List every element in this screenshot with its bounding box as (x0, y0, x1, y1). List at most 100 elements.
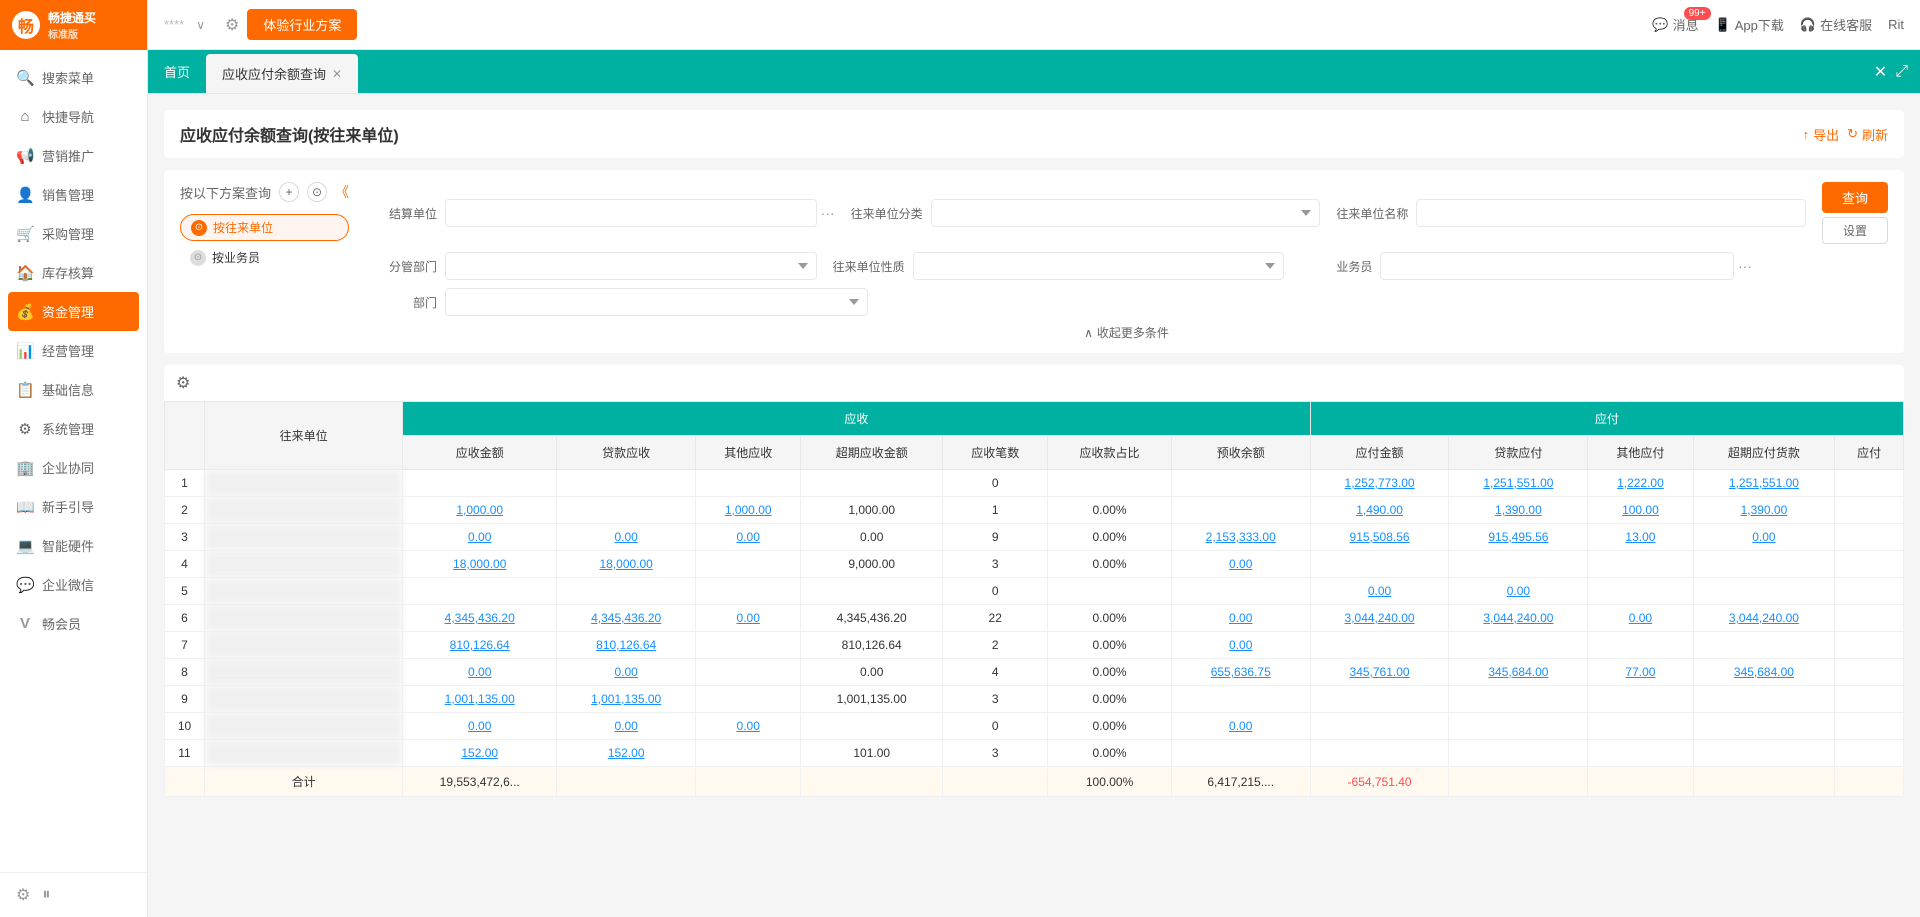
dept-manager-select[interactable] (445, 252, 817, 280)
cell-link[interactable]: 0.00 (737, 719, 760, 733)
filter-add-button[interactable]: + (279, 182, 299, 202)
tab-home[interactable]: 首页 (148, 52, 206, 91)
tab-fullscreen-icon[interactable]: ⤢ (1895, 63, 1908, 81)
cell-link[interactable]: 345,684.00 (1488, 665, 1548, 679)
cell-link[interactable]: 1,252,773.00 (1345, 476, 1415, 490)
partner-name-input[interactable] (1416, 199, 1806, 227)
cell-link[interactable]: 77.00 (1625, 665, 1655, 679)
cell-link[interactable]: 1,490.00 (1356, 503, 1403, 517)
sidebar-item-operation[interactable]: 📊 经营管理 (0, 331, 147, 370)
sidebar-item-purchase[interactable]: 🛒 采购管理 (0, 214, 147, 253)
cell-link[interactable]: 1,000.00 (725, 503, 772, 517)
cell-link[interactable]: 4,345,436.20 (591, 611, 661, 625)
partner-category-select[interactable] (931, 199, 1321, 227)
cell-link[interactable]: 0.00 (1629, 611, 1652, 625)
salesperson-dots[interactable]: ··· (1738, 258, 1752, 274)
cell-link[interactable]: 0.00 (1229, 557, 1252, 571)
cell-link[interactable]: 0.00 (1752, 530, 1775, 544)
settings-button[interactable]: 设置 (1822, 217, 1888, 244)
cell-link[interactable]: 3,044,240.00 (1345, 611, 1415, 625)
cell-link[interactable]: 345,684.00 (1734, 665, 1794, 679)
sidebar-item-guide[interactable]: 📖 新手引导 (0, 487, 147, 526)
cell-link[interactable]: 152.00 (608, 746, 645, 760)
tab-ar-ap-query[interactable]: 应收应付余额查询 ✕ (206, 54, 358, 93)
service-button[interactable]: 🎧 在线客服 (1800, 15, 1872, 34)
sidebar-item-sales[interactable]: 👤 销售管理 (0, 175, 147, 214)
cell-link[interactable]: 0.00 (1507, 584, 1530, 598)
cell-link[interactable]: 1,251,551.00 (1729, 476, 1799, 490)
cell-link[interactable]: 2,153,333.00 (1206, 530, 1276, 544)
promo-button[interactable]: 体验行业方案 (247, 9, 357, 40)
partner-nature-select[interactable] (913, 252, 1285, 280)
sidebar-item-member[interactable]: V 畅会员 (0, 604, 147, 643)
settlement-unit-dots[interactable]: ··· (821, 205, 835, 221)
cell-link[interactable]: 1,222.00 (1617, 476, 1664, 490)
cell-link[interactable]: 915,508.56 (1350, 530, 1410, 544)
cell-link[interactable]: 0.00 (614, 665, 637, 679)
cell-link[interactable]: 0.00 (1229, 611, 1252, 625)
cell-link[interactable]: 810,126.64 (450, 638, 510, 652)
cell-link[interactable]: 655,636.75 (1211, 665, 1271, 679)
cell-link[interactable]: 810,126.64 (596, 638, 656, 652)
query-button[interactable]: 查询 (1822, 182, 1888, 213)
cell-link[interactable]: 0.00 (1229, 638, 1252, 652)
cell-link[interactable]: 0.00 (468, 719, 491, 733)
sidebar-item-quick-nav[interactable]: ⌂ 快捷导航 (0, 97, 147, 136)
cell-link[interactable]: 100.00 (1622, 503, 1659, 517)
sidebar-item-hardware[interactable]: 💻 智能硬件 (0, 526, 147, 565)
filter-expand-icon[interactable]: 《 (335, 182, 349, 202)
export-button[interactable]: ↑ 导出 (1803, 125, 1840, 144)
refresh-button[interactable]: ↻ 刷新 (1847, 125, 1888, 144)
filter-settings-icon[interactable]: ⊙ (307, 182, 327, 202)
table-settings-icon[interactable]: ⚙ (176, 373, 190, 393)
cell-link[interactable]: 0.00 (614, 719, 637, 733)
cell-link[interactable]: 1,001,135.00 (591, 692, 661, 706)
cell-link[interactable]: 1,390.00 (1495, 503, 1542, 517)
app-download-button[interactable]: 📱 App下载 (1715, 15, 1784, 34)
cell-link[interactable]: 0.00 (614, 530, 637, 544)
cell-link[interactable]: 1,001,135.00 (445, 692, 515, 706)
table-wrapper[interactable]: 往来单位 应收 应付 应收金额 贷款应收 其他应收 超期应收金额 应收笔数 应收… (164, 401, 1904, 797)
cell-link[interactable]: 18,000.00 (599, 557, 652, 571)
message-button[interactable]: 💬 消息 99+ (1652, 15, 1698, 34)
sidebar-item-capital[interactable]: 💰 资金管理 (8, 292, 139, 331)
cell-link[interactable]: 18,000.00 (453, 557, 506, 571)
tab-close-icon[interactable]: ✕ (332, 67, 342, 81)
cell-link[interactable]: 345,761.00 (1350, 665, 1410, 679)
sidebar-item-marketing[interactable]: 📢 营销推广 (0, 136, 147, 175)
sidebar-item-basic[interactable]: 📋 基础信息 (0, 370, 147, 409)
filter-collapse-button[interactable]: ∧ 收起更多条件 (365, 324, 1888, 341)
cell-link[interactable]: 0.00 (468, 530, 491, 544)
filter-option-partner[interactable]: ⊙ 按往来单位 (180, 214, 349, 241)
cell-link[interactable]: 1,251,551.00 (1483, 476, 1553, 490)
cell-link[interactable]: 0.00 (1229, 719, 1252, 733)
cell-link[interactable]: 3,044,240.00 (1483, 611, 1553, 625)
cell-link[interactable]: 13.00 (1625, 530, 1655, 544)
cell-link[interactable]: 915,495.56 (1488, 530, 1548, 544)
settlement-unit-input[interactable] (445, 199, 817, 227)
sidebar-item-search[interactable]: 🔍 搜索菜单 (0, 58, 147, 97)
settings-btn[interactable]: ⚙ (16, 885, 30, 905)
cell-link[interactable]: 1,390.00 (1741, 503, 1788, 517)
cell-link[interactable]: 0.00 (737, 611, 760, 625)
header-settings-icon[interactable]: ⚙ (225, 15, 239, 35)
cell-link[interactable]: 152.00 (461, 746, 498, 760)
user-menu[interactable]: Rit (1888, 17, 1904, 32)
capital-icon: 💰 (16, 303, 34, 321)
cell-link[interactable]: 1,000.00 (456, 503, 503, 517)
filter-option-salesperson[interactable]: ⊙ 按业务员 (180, 245, 349, 270)
export-icon: ↑ (1803, 127, 1810, 142)
cell-link[interactable]: 0.00 (1368, 584, 1391, 598)
sidebar-item-inventory[interactable]: 🏠 库存核算 (0, 253, 147, 292)
collapse-btn[interactable]: ⏸ (42, 886, 50, 904)
sidebar-item-enterprise[interactable]: 🏢 企业协同 (0, 448, 147, 487)
cell-link[interactable]: 3,044,240.00 (1729, 611, 1799, 625)
tab-close-window-icon[interactable]: ✕ (1874, 62, 1887, 82)
cell-link[interactable]: 0.00 (468, 665, 491, 679)
cell-link[interactable]: 4,345,436.20 (445, 611, 515, 625)
salesperson-input[interactable] (1380, 252, 1734, 280)
sidebar-item-system[interactable]: ⚙ 系统管理 (0, 409, 147, 448)
department-select[interactable] (445, 288, 868, 316)
sidebar-item-weixin[interactable]: 💬 企业微信 (0, 565, 147, 604)
cell-link[interactable]: 0.00 (737, 530, 760, 544)
